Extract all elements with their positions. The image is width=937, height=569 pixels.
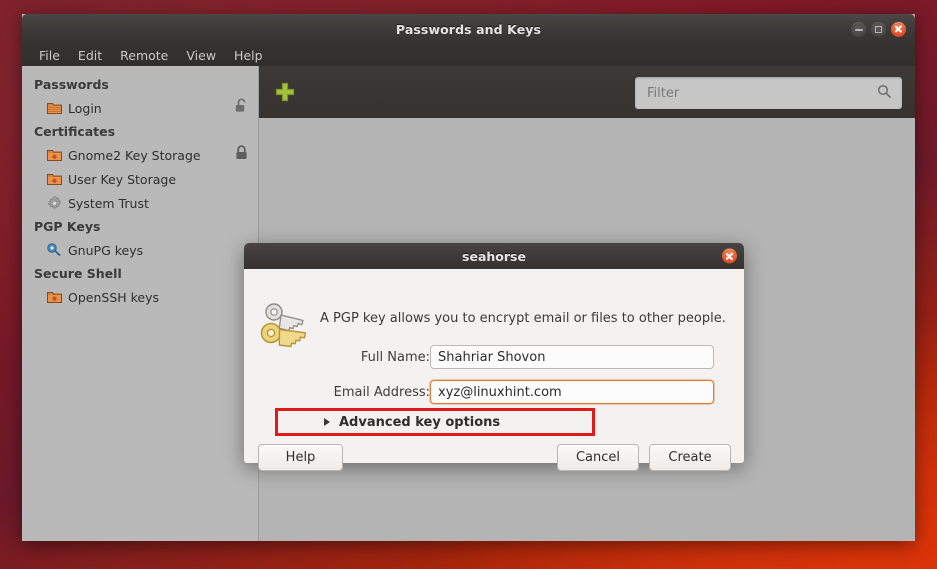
sidebar-item-label: OpenSSH keys	[68, 289, 160, 305]
full-name-row: Full Name:	[244, 344, 744, 370]
sidebar-item-label: System Trust	[68, 195, 149, 211]
advanced-key-options-toggle[interactable]: Advanced key options	[302, 410, 707, 434]
sidebar-item-system-trust[interactable]: System Trust	[22, 191, 258, 215]
menu-file[interactable]: File	[30, 46, 69, 65]
dialog-close-icon[interactable]	[722, 248, 737, 264]
cancel-button[interactable]: Cancel	[557, 444, 639, 471]
gear-icon	[46, 195, 63, 211]
menu-remote[interactable]: Remote	[111, 46, 177, 65]
window-body: Passwords Login Certificates Gnome2 Key …	[22, 66, 915, 541]
create-pgp-key-dialog: seahorse A PGP key allows you to encrypt…	[244, 243, 744, 471]
sidebar: Passwords Login Certificates Gnome2 Key …	[22, 66, 259, 541]
dialog-description: A PGP key allows you to encrypt email or…	[320, 311, 726, 326]
help-button[interactable]: Help	[258, 444, 343, 471]
full-name-label: Full Name:	[360, 349, 430, 365]
sidebar-group-secure-shell: Secure Shell	[34, 266, 122, 281]
sidebar-item-label: Gnome2 Key Storage	[68, 147, 201, 163]
folder-icon	[46, 100, 63, 116]
sidebar-group-certificates: Certificates	[34, 124, 116, 139]
locked-icon	[235, 145, 248, 165]
search-input[interactable]	[645, 84, 877, 102]
create-button[interactable]: Create	[649, 444, 731, 471]
menu-view[interactable]: View	[177, 46, 225, 65]
menu-help[interactable]: Help	[225, 46, 272, 65]
unlocked-icon	[235, 98, 248, 118]
close-icon[interactable]	[891, 21, 906, 37]
full-name-field[interactable]	[430, 345, 714, 369]
sidebar-item-label: User Key Storage	[68, 171, 177, 187]
window-title: Passwords and Keys	[395, 21, 542, 37]
email-address-row: Email Address:	[244, 379, 744, 405]
folder-icon	[46, 289, 63, 305]
menubar: File Edit Remote View Help	[22, 44, 915, 66]
sidebar-item-openssh-keys[interactable]: OpenSSH keys	[22, 285, 258, 309]
toolbar	[259, 66, 915, 118]
folder-icon	[46, 171, 63, 187]
sidebar-item-label: Login	[68, 100, 102, 116]
dialog-body: A PGP key allows you to encrypt email or…	[244, 269, 744, 471]
folder-icon	[46, 147, 63, 163]
filter-field[interactable]	[635, 77, 902, 109]
window-controls	[851, 14, 906, 44]
dialog-button-bar: Help Cancel Create	[244, 444, 744, 474]
sidebar-item-gnome2-key-storage[interactable]: Gnome2 Key Storage	[22, 143, 258, 167]
sidebar-group-passwords: Passwords	[34, 77, 109, 92]
dialog-titlebar[interactable]: seahorse	[244, 243, 744, 269]
triangle-right-icon	[324, 418, 330, 426]
maximize-icon[interactable]	[871, 21, 886, 37]
sidebar-item-label: GnuPG keys	[68, 242, 144, 258]
sidebar-item-login[interactable]: Login	[22, 96, 258, 120]
search-icon	[877, 84, 892, 103]
email-field[interactable]	[430, 380, 714, 404]
plus-icon[interactable]	[273, 80, 297, 104]
minimize-icon[interactable]	[851, 21, 866, 37]
sidebar-item-user-key-storage[interactable]: User Key Storage	[22, 167, 258, 191]
application-window: Passwords and Keys File Edit Remote View…	[22, 14, 915, 541]
dialog-title: seahorse	[462, 248, 526, 264]
sidebar-item-gnupg-keys[interactable]: GnuPG keys	[22, 238, 258, 262]
sidebar-group-pgp-keys: PGP Keys	[34, 219, 101, 234]
key-blue-icon	[46, 242, 63, 258]
advanced-key-options-label: Advanced key options	[339, 414, 501, 430]
window-titlebar[interactable]: Passwords and Keys	[22, 14, 915, 44]
email-address-label: Email Address:	[333, 384, 430, 400]
menu-edit[interactable]: Edit	[69, 46, 111, 65]
